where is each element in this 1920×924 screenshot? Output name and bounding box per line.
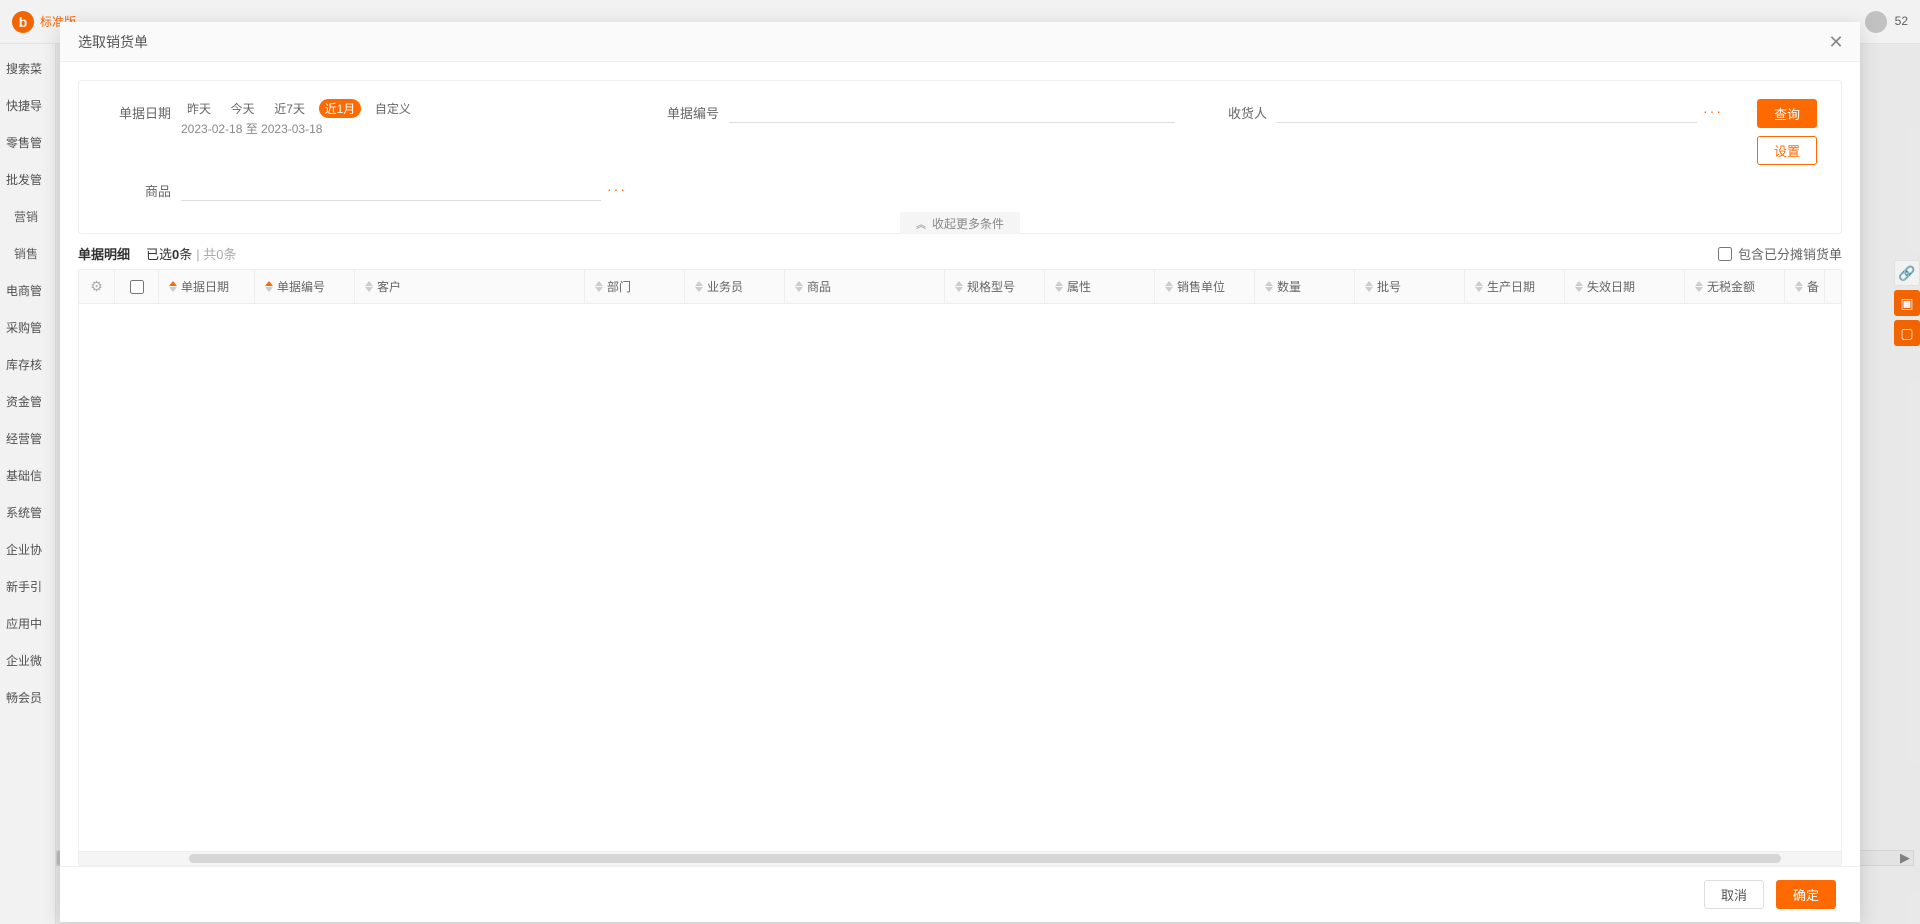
column-header-docno[interactable]: 单据编号 [255, 270, 355, 303]
column-header-salesman[interactable]: 业务员 [685, 270, 785, 303]
sort-icon[interactable] [1475, 281, 1483, 292]
sort-icon[interactable] [1365, 281, 1373, 292]
cancel-button[interactable]: 取消 [1704, 880, 1764, 909]
select-all-checkbox[interactable] [130, 280, 144, 294]
sort-icon[interactable] [1265, 281, 1273, 292]
include-allocated-input[interactable] [1718, 247, 1732, 261]
column-label: 批号 [1377, 278, 1401, 295]
column-label: 规格型号 [967, 278, 1015, 295]
filter-product: 商品 ··· [103, 177, 627, 201]
table-scroll-thumb[interactable] [189, 854, 1781, 863]
column-label: 部门 [607, 278, 631, 295]
column-header-attr[interactable]: 属性 [1045, 270, 1155, 303]
filter-date: 单据日期 昨天 今天 近7天 近1月 自定义 2023-02-18 至 2023… [103, 99, 627, 137]
sort-icon[interactable] [955, 281, 963, 292]
table-header: ⚙ 单据日期 单据编号 客户 部门 业务员 商品 规格型号 属性 销售单位 数量 批号 生产日期 失效日期… [79, 270, 1841, 304]
table-horizontal-scrollbar[interactable] [79, 851, 1841, 865]
date-chip-yesterday[interactable]: 昨天 [181, 99, 217, 118]
column-header-prod_date[interactable]: 生产日期 [1465, 270, 1565, 303]
date-quick-picks: 昨天 今天 近7天 近1月 自定义 [181, 99, 627, 118]
column-header-remark[interactable]: 备 [1785, 270, 1825, 303]
column-label: 生产日期 [1487, 278, 1535, 295]
query-button[interactable]: 查询 [1757, 99, 1817, 128]
sort-icon[interactable] [595, 281, 603, 292]
modal-footer: 取消 确定 [60, 866, 1860, 922]
selected-count: 已选0条 [146, 244, 192, 263]
column-label: 无税金额 [1707, 278, 1755, 295]
column-label: 客户 [377, 278, 401, 295]
chevron-up-icon: ︽ [916, 216, 926, 231]
sort-icon[interactable] [169, 281, 177, 292]
list-bar: 单据明细 已选0条 | 共0条 包含已分摊销货单 [78, 244, 1842, 263]
modal-select-sales-order: 选取销货单 ✕ 单据日期 昨天 今天 近7天 近1月 自定义 [60, 22, 1860, 922]
filter-receiver-label: 收货人 [1199, 99, 1267, 122]
date-chip-today[interactable]: 今天 [225, 99, 261, 118]
column-header-qty[interactable]: 数量 [1255, 270, 1355, 303]
product-input[interactable] [181, 177, 601, 201]
date-chip-1m[interactable]: 近1月 [319, 99, 362, 118]
sort-icon[interactable] [795, 281, 803, 292]
list-title: 单据明细 [78, 244, 130, 263]
sort-icon[interactable] [1165, 281, 1173, 292]
confirm-button[interactable]: 确定 [1776, 880, 1836, 909]
modal-title: 选取销货单 [78, 32, 148, 52]
date-range-text: 2023-02-18 至 2023-03-18 [181, 120, 627, 137]
column-label: 销售单位 [1177, 278, 1225, 295]
collapse-label: 收起更多条件 [932, 215, 1004, 232]
filter-actions: 查询 设置 [1747, 99, 1817, 165]
column-header-customer[interactable]: 客户 [355, 270, 585, 303]
close-icon[interactable]: ✕ [1824, 30, 1848, 54]
filter-card: 单据日期 昨天 今天 近7天 近1月 自定义 2023-02-18 至 2023… [78, 80, 1842, 234]
column-header-exp_date[interactable]: 失效日期 [1565, 270, 1685, 303]
column-header-notax[interactable]: 无税金额 [1685, 270, 1785, 303]
gear-icon[interactable]: ⚙ [90, 278, 103, 295]
column-label: 单据日期 [181, 278, 229, 295]
column-header-product[interactable]: 商品 [785, 270, 945, 303]
docno-input[interactable] [729, 99, 1175, 123]
sort-icon[interactable] [365, 281, 373, 292]
sort-icon[interactable] [1695, 281, 1703, 292]
column-header-spec[interactable]: 规格型号 [945, 270, 1045, 303]
column-label: 备 [1807, 278, 1819, 295]
column-label: 单据编号 [277, 278, 325, 295]
collapse-filters-button[interactable]: ︽ 收起更多条件 [900, 212, 1020, 234]
column-label: 商品 [807, 278, 831, 295]
column-header-unit[interactable]: 销售单位 [1155, 270, 1255, 303]
column-header-batch[interactable]: 批号 [1355, 270, 1465, 303]
column-label: 数量 [1277, 278, 1301, 295]
column-header-chk [115, 270, 159, 303]
column-header-gear: ⚙ [79, 270, 115, 303]
sort-icon[interactable] [1795, 281, 1803, 292]
settings-button[interactable]: 设置 [1757, 136, 1817, 165]
include-allocated-checkbox[interactable]: 包含已分摊销货单 [1718, 244, 1842, 263]
modal-body: 单据日期 昨天 今天 近7天 近1月 自定义 2023-02-18 至 2023… [60, 62, 1860, 866]
sort-icon[interactable] [1055, 281, 1063, 292]
filter-receiver: 收货人 ··· [1199, 99, 1723, 123]
filter-date-label: 单据日期 [103, 99, 171, 122]
filter-docno: 单据编号 [651, 99, 1175, 123]
total-count: | 共0条 [196, 244, 236, 263]
sort-icon[interactable] [265, 281, 273, 292]
column-label: 失效日期 [1587, 278, 1635, 295]
product-more-icon[interactable]: ··· [607, 177, 627, 201]
modal-header: 选取销货单 ✕ [60, 22, 1860, 62]
sort-icon[interactable] [1575, 281, 1583, 292]
column-header-dept[interactable]: 部门 [585, 270, 685, 303]
filter-docno-label: 单据编号 [651, 99, 719, 122]
column-header-date[interactable]: 单据日期 [159, 270, 255, 303]
column-label: 业务员 [707, 278, 743, 295]
column-label: 属性 [1067, 278, 1091, 295]
date-chip-7d[interactable]: 近7天 [268, 99, 311, 118]
filter-product-label: 商品 [103, 177, 171, 200]
receiver-more-icon[interactable]: ··· [1703, 99, 1723, 123]
table: ⚙ 单据日期 单据编号 客户 部门 业务员 商品 规格型号 属性 销售单位 数量 批号 生产日期 失效日期… [78, 269, 1842, 866]
date-chip-custom[interactable]: 自定义 [369, 99, 417, 118]
include-allocated-label: 包含已分摊销货单 [1738, 244, 1842, 263]
table-body [79, 304, 1841, 851]
sort-icon[interactable] [695, 281, 703, 292]
receiver-input[interactable] [1277, 99, 1697, 123]
